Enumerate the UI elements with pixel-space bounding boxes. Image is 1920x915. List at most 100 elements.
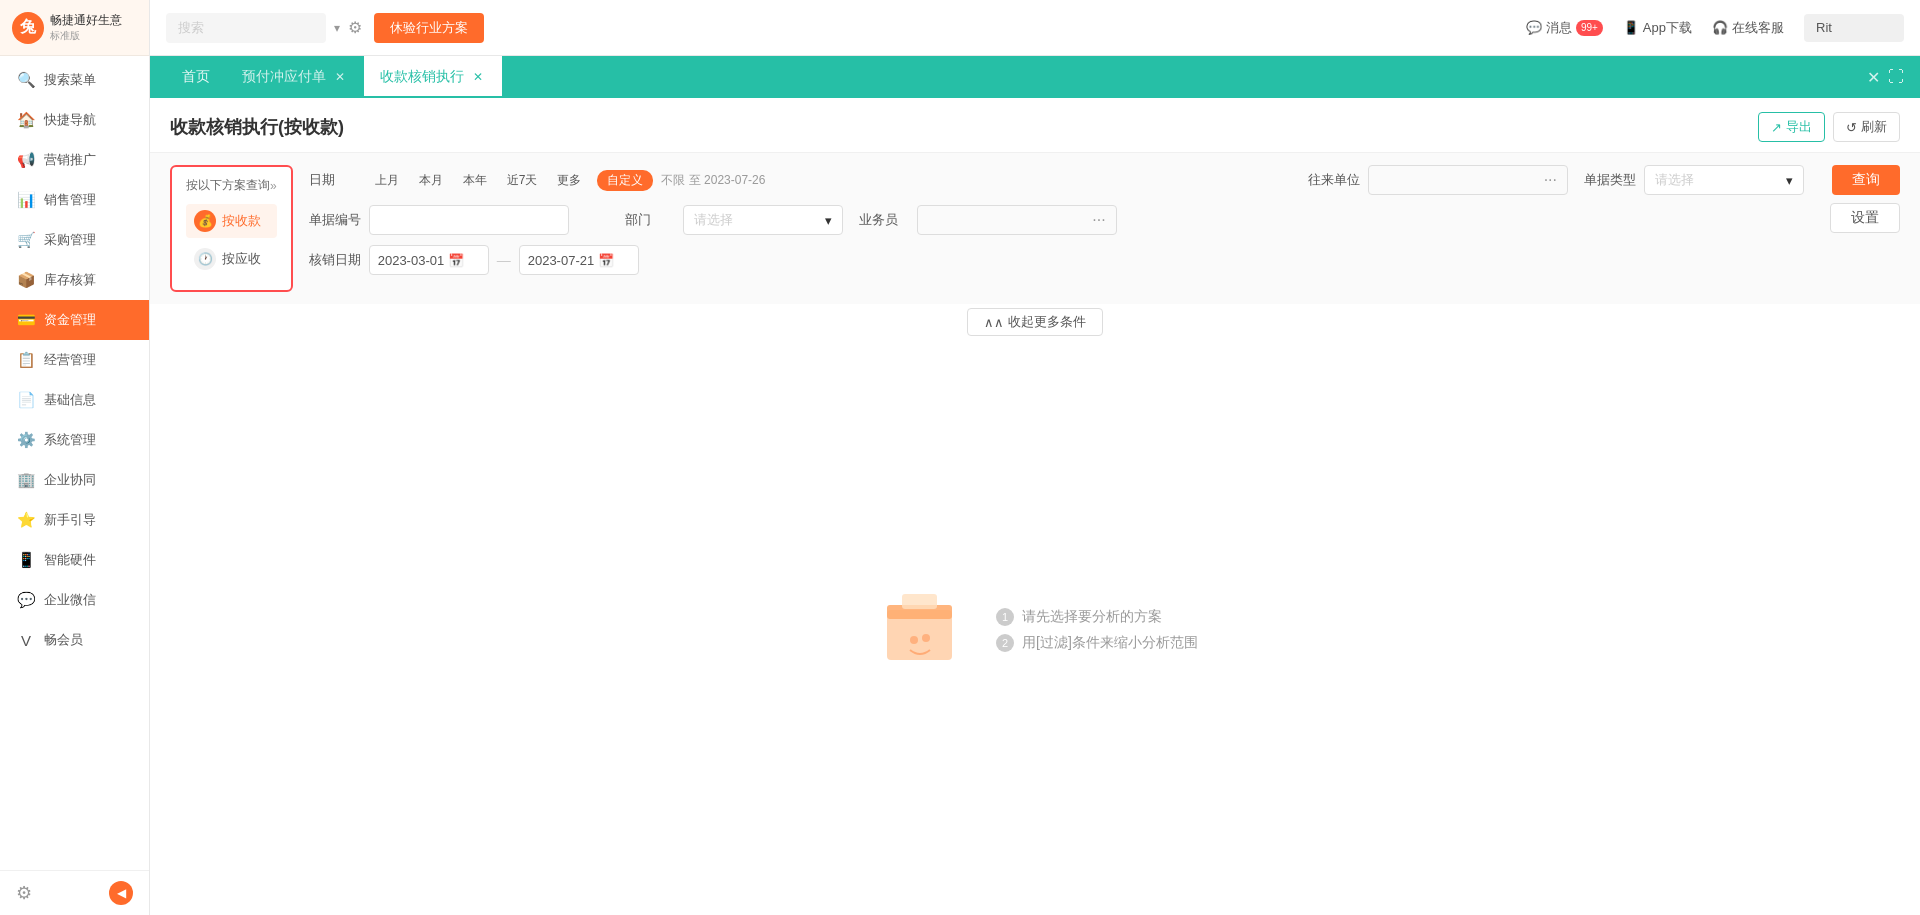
online-service-btn[interactable]: 🎧 在线客服	[1712, 19, 1784, 37]
enterprise-icon: 🏢	[16, 470, 36, 490]
empty-hint-1: 1 请先选择要分析的方案	[996, 608, 1198, 626]
refresh-btn[interactable]: ↺ 刷新	[1833, 112, 1900, 142]
sidebar-collapse-btn[interactable]: ◀	[109, 881, 133, 905]
wecom-icon: 💬	[16, 590, 36, 610]
topbar: 搜索 ▾ ⚙ 休验行业方案 💬 消息 99+ 📱 App下载 🎧 在线客服 Ri…	[150, 0, 1920, 56]
party-field: 往来单位 ···	[1308, 165, 1568, 195]
sidebar-item-quick[interactable]: 🏠 快捷导航	[0, 100, 149, 140]
sidebar-item-enterprise[interactable]: 🏢 企业协同	[0, 460, 149, 500]
sidebar-item-basic[interactable]: 📄 基础信息	[0, 380, 149, 420]
tab-collection[interactable]: 收款核销执行✕	[364, 56, 502, 98]
party-label: 往来单位	[1308, 171, 1360, 189]
svg-point-3	[910, 636, 918, 644]
marketing-icon: 📢	[16, 150, 36, 170]
sidebar-item-member[interactable]: V 畅会员	[0, 620, 149, 660]
doc-type-field: 单据类型 请选择 ▾	[1584, 165, 1804, 195]
empty-illustration	[872, 580, 972, 680]
query-option-by_receipt[interactable]: 💰 按收款	[186, 204, 277, 238]
message-icon: 💬	[1526, 20, 1542, 35]
sidebar-label-marketing: 营销推广	[44, 151, 96, 169]
tabbar-right: ✕ ⛶	[1867, 68, 1904, 87]
query-btn[interactable]: 查询	[1832, 165, 1900, 195]
filter-form: 日期 上月本月本年近7天更多 自定义 不限 至 2023-07-26 往来单位 …	[309, 165, 1804, 292]
member-icon: V	[16, 630, 36, 650]
staff-dots[interactable]: ···	[1092, 211, 1105, 229]
message-btn[interactable]: 💬 消息 99+	[1526, 19, 1603, 37]
filter-settings-btn[interactable]: 设置	[1830, 203, 1900, 233]
hardware-icon: 📱	[16, 550, 36, 570]
svg-point-4	[922, 634, 930, 642]
gear-icon[interactable]: ⚙	[348, 18, 362, 37]
doc-number-label: 单据编号	[309, 211, 361, 229]
date-custom-btn[interactable]: 自定义	[597, 170, 653, 191]
sidebar-item-system[interactable]: ⚙️ 系统管理	[0, 420, 149, 460]
tab-close-prepay[interactable]: ✕	[332, 69, 348, 85]
dept-select[interactable]: 请选择 ▾	[683, 205, 843, 235]
collapse-icon[interactable]: »	[270, 179, 277, 193]
export-btn[interactable]: ↗ 导出	[1758, 112, 1825, 142]
sidebar-item-operation[interactable]: 📋 经营管理	[0, 340, 149, 380]
collapse-more-btn[interactable]: ∧∧ 收起更多条件	[967, 308, 1103, 336]
date-separator: —	[497, 252, 511, 268]
sidebar-label-finance: 资金管理	[44, 311, 96, 329]
doc-type-select[interactable]: 请选择 ▾	[1644, 165, 1804, 195]
date-btn-本年[interactable]: 本年	[455, 170, 495, 191]
purchase-icon: 🛒	[16, 230, 36, 250]
empty-hint-2: 2 用[过滤]条件来缩小分析范围	[996, 634, 1198, 652]
sidebar-item-guide[interactable]: ⭐ 新手引导	[0, 500, 149, 540]
operation-icon: 📋	[16, 350, 36, 370]
sidebar-label-sales: 销售管理	[44, 191, 96, 209]
staff-field: 业务员 ···	[859, 205, 1117, 235]
svg-rect-2	[902, 594, 937, 609]
sidebar-item-hardware[interactable]: 📱 智能硬件	[0, 540, 149, 580]
date-btn-更多[interactable]: 更多	[549, 170, 589, 191]
empty-state: 1 请先选择要分析的方案 2 用[过滤]条件来缩小分析范围	[150, 344, 1920, 915]
tab-label-prepay: 预付冲应付单	[242, 68, 326, 86]
doc-type-label: 单据类型	[1584, 171, 1636, 189]
sidebar-item-sales[interactable]: 📊 销售管理	[0, 180, 149, 220]
inventory-icon: 📦	[16, 270, 36, 290]
query-selector-title: 按以下方案查询 »	[186, 177, 277, 194]
search-icon: 🔍	[16, 70, 36, 90]
filter-area: 按以下方案查询 » 💰 按收款 🕐 按应收 日期 上月本月本年近7天更多	[150, 153, 1920, 304]
query-option-by_receivable[interactable]: 🕐 按应收	[186, 242, 277, 276]
sidebar: 兔 畅捷通好生意 标准版 🔍 搜索菜单 🏠 快捷导航 📢 营销推广 📊 销售管理…	[0, 0, 150, 915]
logo-icon: 兔	[12, 12, 44, 44]
settings-icon[interactable]: ⚙	[16, 882, 32, 904]
tab-prepay[interactable]: 预付冲应付单 ✕	[226, 56, 364, 98]
app-name: 畅捷通好生意	[50, 13, 122, 29]
sidebar-bottom: ⚙ ◀	[0, 870, 149, 915]
query-selector: 按以下方案查询 » 💰 按收款 🕐 按应收	[170, 165, 293, 292]
industry-btn[interactable]: 休验行业方案	[374, 13, 484, 43]
writeoff-date-from[interactable]: 2023-03-01 📅	[369, 245, 489, 275]
sidebar-label-enterprise: 企业协同	[44, 471, 96, 489]
sidebar-item-wecom[interactable]: 💬 企业微信	[0, 580, 149, 620]
filter-collapse-row: ∧∧ 收起更多条件	[150, 304, 1920, 344]
party-dots[interactable]: ···	[1544, 171, 1557, 189]
date-btn-上月[interactable]: 上月	[367, 170, 407, 191]
app-edition: 标准版	[50, 29, 122, 42]
writeoff-date-to[interactable]: 2023-07-21 📅	[519, 245, 639, 275]
search-input[interactable]: 搜索	[166, 13, 326, 43]
date-btn-近7天[interactable]: 近7天	[499, 170, 546, 191]
sidebar-item-search[interactable]: 🔍 搜索菜单	[0, 60, 149, 100]
topbar-right: 💬 消息 99+ 📱 App下载 🎧 在线客服 Rit	[1526, 14, 1904, 42]
sidebar-item-inventory[interactable]: 📦 库存核算	[0, 260, 149, 300]
app-download-btn[interactable]: 📱 App下载	[1623, 19, 1692, 37]
finance-icon: 💳	[16, 310, 36, 330]
date-shortcuts: 上月本月本年近7天更多	[367, 170, 590, 191]
doc-type-chevron-icon: ▾	[1786, 173, 1793, 188]
tab-expand-icon[interactable]: ⛶	[1888, 68, 1904, 86]
tab-close-all-icon[interactable]: ✕	[1867, 68, 1880, 87]
user-area[interactable]: Rit	[1804, 14, 1904, 42]
collapse-chevron-icon: ∧∧	[984, 315, 1004, 330]
tab-home[interactable]: 首页	[166, 56, 226, 98]
sidebar-item-finance[interactable]: 💳 资金管理	[0, 300, 149, 340]
sidebar-item-marketing[interactable]: 📢 营销推广	[0, 140, 149, 180]
date-btn-本月[interactable]: 本月	[411, 170, 451, 191]
sidebar-item-purchase[interactable]: 🛒 采购管理	[0, 220, 149, 260]
page-header-actions: ↗ 导出 ↺ 刷新	[1758, 112, 1900, 142]
doc-number-input[interactable]	[369, 205, 569, 235]
tab-close-collection[interactable]: ✕	[470, 69, 486, 85]
query-option-label-by_receivable: 按应收	[222, 250, 261, 268]
